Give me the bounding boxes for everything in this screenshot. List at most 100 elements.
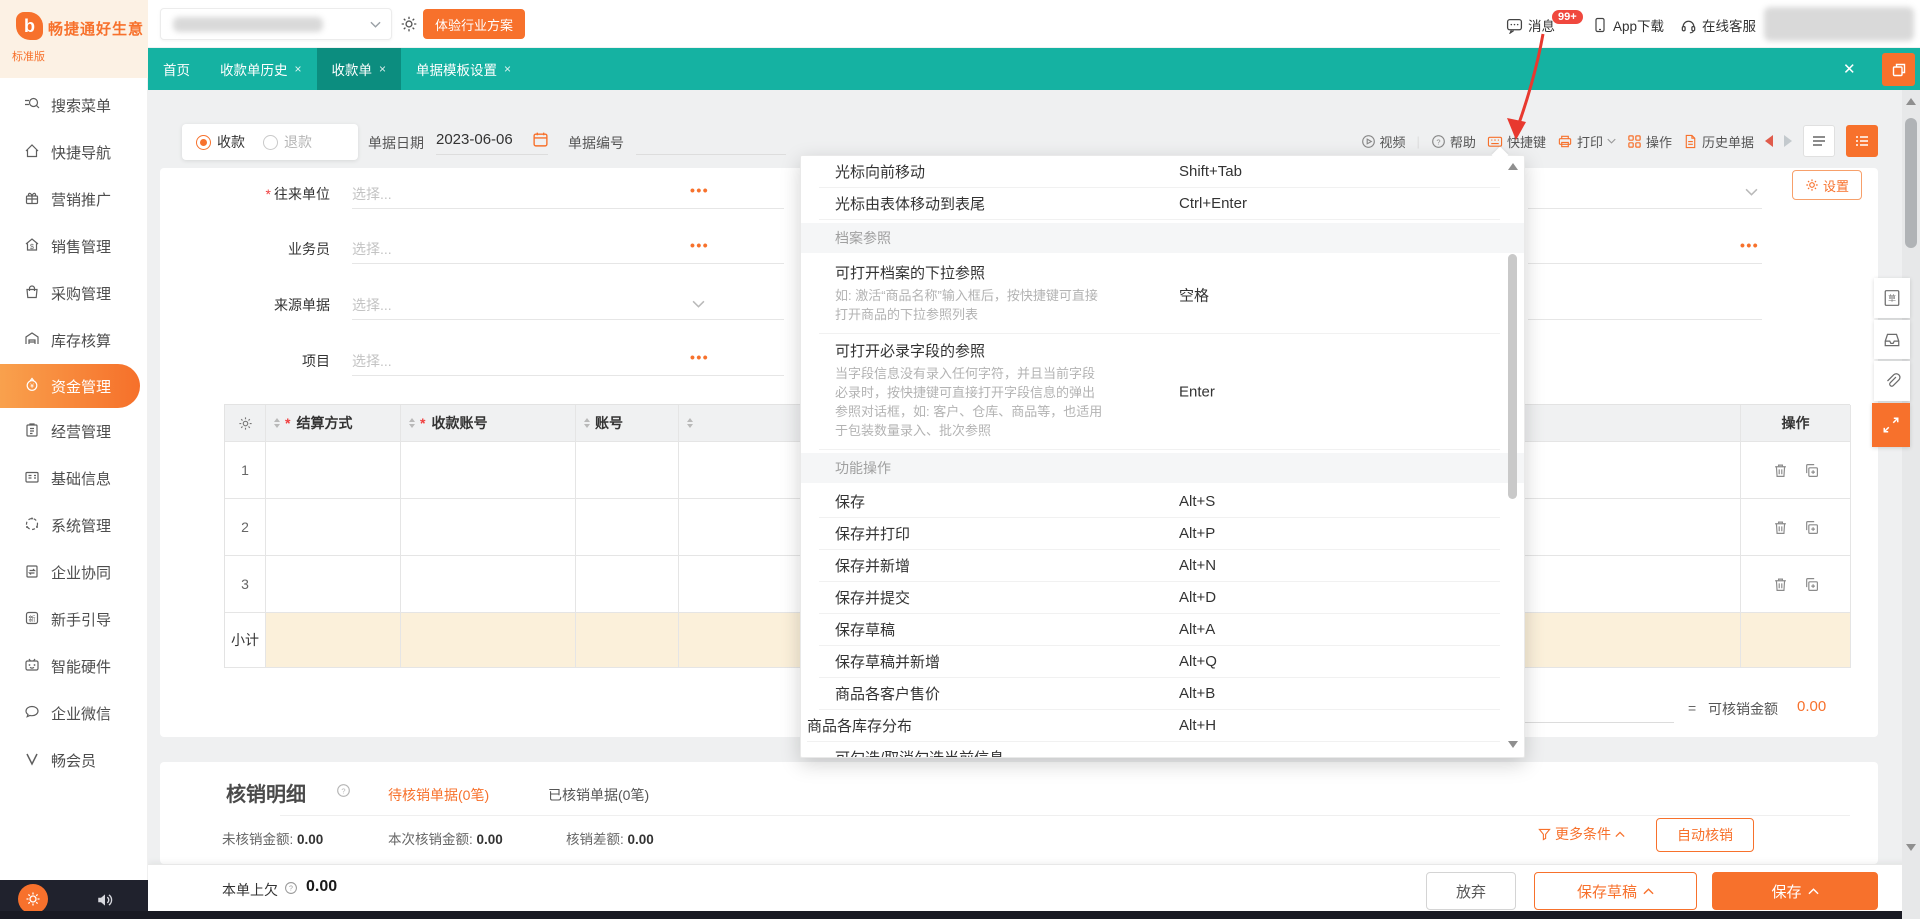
chevron-down-icon[interactable] [1745, 188, 1758, 196]
operations-button[interactable]: 操作 [1627, 132, 1672, 151]
field-more-button[interactable]: ••• [1740, 237, 1759, 253]
attachment-button[interactable] [1874, 361, 1910, 401]
cell-settlement[interactable] [266, 499, 401, 556]
doc-date-input[interactable]: 2023-06-06 [436, 131, 513, 148]
delete-row-icon[interactable] [1773, 577, 1788, 592]
next-doc-icon[interactable] [1784, 135, 1792, 147]
cell-account[interactable] [401, 556, 576, 613]
settings-gear-button[interactable] [18, 884, 48, 914]
cell-settlement[interactable] [266, 442, 401, 499]
save-draft-button[interactable]: 保存草稿 [1534, 872, 1697, 910]
sidebar-item-purchase[interactable]: 采购管理 [0, 270, 148, 317]
tab-close-icon[interactable]: × [504, 62, 511, 76]
header-account[interactable]: * 收款账号 [401, 405, 576, 442]
hotkey-button[interactable]: 快捷键 [1487, 132, 1546, 151]
calendar-icon[interactable] [532, 131, 549, 148]
tab-done-docs[interactable]: 已核销单据(0笔) [548, 785, 649, 805]
company-switcher[interactable] [160, 8, 392, 40]
doc-number-underline[interactable] [636, 154, 786, 155]
scroll-up-icon[interactable] [1508, 163, 1518, 170]
tab-receipt-order[interactable]: 收款单 × [316, 48, 402, 90]
gear-icon[interactable] [400, 15, 418, 33]
scrollbar-thumb[interactable] [1508, 254, 1517, 499]
tab-receipt-history[interactable]: 收款单历史 × [205, 48, 317, 90]
writeoff-amount-input[interactable] [1524, 722, 1674, 723]
copy-row-icon[interactable] [1804, 463, 1819, 478]
sidebar-item-search-menu[interactable]: 搜索菜单 [0, 82, 148, 129]
scrollbar-thumb[interactable] [1905, 118, 1917, 248]
sidebar-item-collaboration[interactable]: 企业协同 [0, 549, 148, 596]
column-settings-cell[interactable] [225, 405, 266, 442]
delete-row-icon[interactable] [1773, 520, 1788, 535]
inbox-button[interactable] [1874, 320, 1910, 359]
project-more-button[interactable]: ••• [690, 349, 709, 365]
sidebar-item-business[interactable]: 经营管理 [0, 408, 148, 455]
cancel-button[interactable]: 放弃 [1426, 872, 1516, 910]
project-input[interactable]: 选择... [352, 351, 392, 371]
delete-row-icon[interactable] [1773, 463, 1788, 478]
radio-receipt[interactable]: 收款 [196, 132, 245, 152]
tab-template-settings[interactable]: 单据模板设置 × [401, 48, 526, 90]
sidebar-item-system[interactable]: 系统管理 [0, 502, 148, 549]
source-doc-input[interactable]: 选择... [352, 295, 392, 315]
cell-account-no[interactable] [576, 499, 679, 556]
help-button[interactable]: ? 帮助 [1431, 132, 1476, 151]
tab-close-icon[interactable]: × [295, 62, 302, 76]
sort-icon[interactable] [274, 418, 280, 428]
header-account-no[interactable]: 账号 [576, 405, 679, 442]
sidebar-item-funds[interactable]: ¥ 资金管理 [0, 364, 140, 408]
history-button[interactable]: 历史单据 [1683, 132, 1754, 151]
question-circle-icon[interactable]: ? [284, 881, 298, 895]
sidebar-item-basic-info[interactable]: 基础信息 [0, 455, 148, 502]
auto-writeoff-button[interactable]: 自动核销 [1656, 818, 1754, 852]
online-service-button[interactable]: 在线客服 [1680, 15, 1756, 35]
tab-pending-docs[interactable]: 待核销单据(0笔) [388, 785, 489, 805]
prev-doc-icon[interactable] [1765, 135, 1773, 147]
app-download-button[interactable]: App下载 [1592, 15, 1664, 35]
speaker-icon[interactable] [96, 891, 114, 909]
close-all-tabs-icon[interactable]: ✕ [1843, 60, 1856, 78]
scroll-down-icon[interactable] [1906, 844, 1916, 851]
sidebar-item-member[interactable]: 畅会员 [0, 737, 148, 784]
sort-icon[interactable] [584, 418, 590, 428]
video-button[interactable]: 视频 [1361, 132, 1406, 151]
expand-button[interactable] [1872, 403, 1910, 447]
cell-account-no[interactable] [576, 442, 679, 499]
cell-account[interactable] [401, 442, 576, 499]
card-view-toggle[interactable] [1846, 125, 1878, 157]
list-view-toggle[interactable] [1803, 125, 1835, 157]
tab-close-icon[interactable]: × [379, 62, 386, 76]
scroll-down-icon[interactable] [1508, 741, 1518, 748]
more-conditions-button[interactable]: 更多条件 [1538, 824, 1625, 844]
sort-icon[interactable] [409, 418, 415, 428]
copy-row-icon[interactable] [1804, 577, 1819, 592]
cell-account[interactable] [401, 499, 576, 556]
sidebar-item-wecom[interactable]: 企业微信 [0, 690, 148, 737]
chevron-down-icon[interactable] [692, 300, 705, 308]
messages-button[interactable]: 消息 [1506, 15, 1555, 35]
header-settlement[interactable]: * 结算方式 [266, 405, 401, 442]
print-button[interactable]: 打印 [1557, 132, 1616, 151]
customer-more-button[interactable]: ••• [690, 182, 709, 198]
save-button[interactable]: 保存 [1712, 872, 1878, 910]
scroll-up-icon[interactable] [1906, 98, 1916, 105]
dialog-scrollbar[interactable] [1506, 159, 1520, 754]
sidebar-item-inventory[interactable]: 库存核算 [0, 317, 148, 364]
form-settings-button[interactable]: 设置 [1792, 170, 1862, 200]
tab-home[interactable]: 首页 [148, 48, 205, 90]
page-scrollbar[interactable] [1902, 90, 1920, 919]
sidebar-item-smart-hardware[interactable]: 智能硬件 [0, 643, 148, 690]
radio-refund[interactable]: 退款 [263, 132, 312, 152]
salesman-input[interactable]: 选择... [352, 239, 392, 259]
sidebar-item-sales[interactable]: $ 销售管理 [0, 223, 148, 270]
fullscreen-toggle-button[interactable] [1882, 53, 1915, 86]
sidebar-item-novice-guide[interactable]: 新 新手引导 [0, 596, 148, 643]
draft-box-button[interactable]: 草 [1874, 278, 1910, 318]
sidebar-item-quick-nav[interactable]: 快捷导航 [0, 129, 148, 176]
copy-row-icon[interactable] [1804, 520, 1819, 535]
cell-account-no[interactable] [576, 556, 679, 613]
cell-settlement[interactable] [266, 556, 401, 613]
sidebar-item-marketing[interactable]: 营销推广 [0, 176, 148, 223]
trial-plan-button[interactable]: 体验行业方案 [423, 9, 526, 39]
salesman-more-button[interactable]: ••• [690, 237, 709, 253]
